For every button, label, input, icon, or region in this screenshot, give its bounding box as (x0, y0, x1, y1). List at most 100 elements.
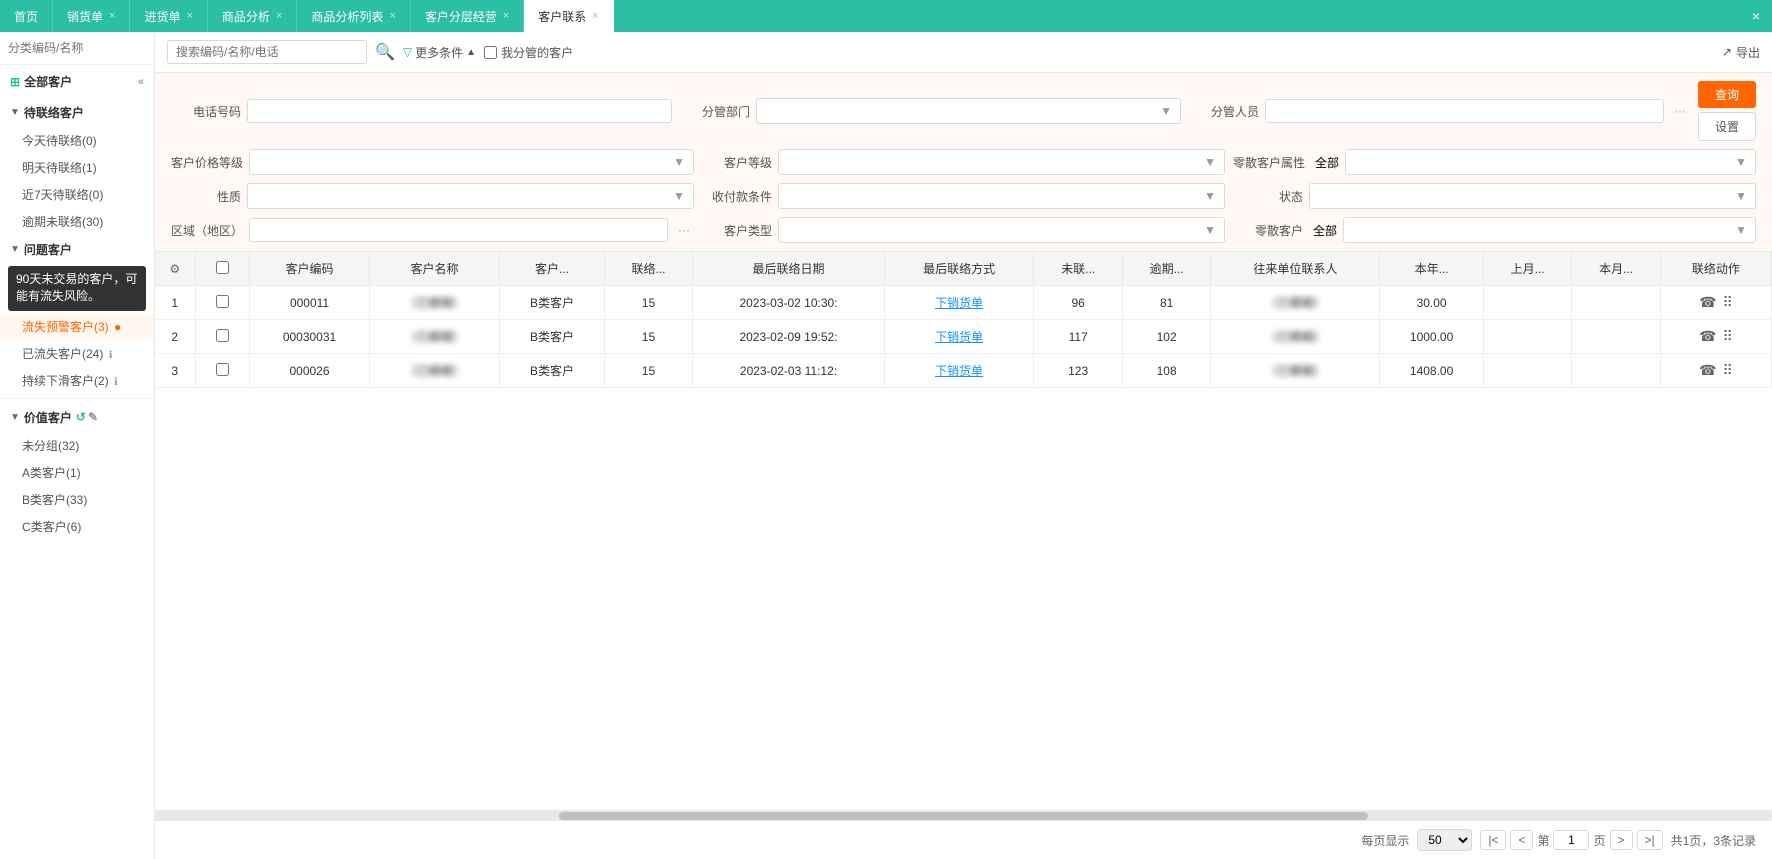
th-action[interactable]: 联络动作 (1660, 252, 1771, 286)
sidebar-group-problem[interactable]: ▼ 问题客户 (0, 235, 154, 264)
select-all-checkbox[interactable] (216, 261, 229, 274)
my-customers-checkbox[interactable] (484, 46, 497, 59)
phone-input[interactable] (247, 99, 672, 123)
sidebar-item-overdue[interactable]: 逾期未联络(30) (0, 208, 154, 235)
filter-row-1: 电话号码 分管部门 ▼ 分管人员 ··· 查询 设置 (171, 81, 1756, 141)
cust-type-select[interactable]: ▼ (778, 217, 1225, 243)
row-last-method[interactable]: 下销货单 (884, 354, 1034, 388)
row-checkbox[interactable] (216, 295, 229, 308)
search-button[interactable]: 🔍 (375, 42, 395, 62)
row-checkbox[interactable] (216, 329, 229, 342)
row-checkbox-cell[interactable] (195, 286, 250, 320)
action-more-icon[interactable]: ⠿ (1723, 328, 1733, 345)
sidebar-item-7days[interactable]: 近7天待联络(0) (0, 181, 154, 208)
refresh-icon-value[interactable]: ↺ (76, 410, 86, 424)
tab-home[interactable]: 首页 (0, 0, 53, 32)
manager-more-btn[interactable]: ··· (1670, 104, 1690, 118)
sidebar-item-churned[interactable]: 已流失客户(24) ℹ (0, 340, 154, 367)
edit-icon-value[interactable]: ✎ (88, 410, 98, 424)
tab-close-customer-tier[interactable]: × (503, 10, 509, 22)
th-last-month[interactable]: 上月... (1483, 252, 1571, 286)
sidebar-item-b-class[interactable]: B类客户(33) (0, 486, 154, 513)
row-code: 000026 (250, 354, 370, 388)
sidebar-search-input[interactable] (8, 41, 155, 55)
th-name[interactable]: 客户名称 (369, 252, 499, 286)
tab-customer-contact[interactable]: 客户联系 × (524, 0, 613, 32)
tab-close-sales[interactable]: × (109, 10, 115, 22)
payment-select[interactable]: ▼ (778, 183, 1225, 209)
row-uncontacted: 117 (1034, 320, 1122, 354)
tab-bar: 首页 销货单 × 进货单 × 商品分析 × 商品分析列表 × 客户分层经营 × … (0, 0, 1772, 32)
prev-page-btn[interactable]: < (1510, 830, 1533, 850)
region-input[interactable] (249, 218, 668, 242)
first-page-btn[interactable]: |< (1480, 830, 1506, 850)
close-all-tabs[interactable]: × (1740, 8, 1772, 24)
action-more-icon[interactable]: ⠿ (1723, 362, 1733, 379)
action-contact-icon[interactable]: ☎ (1699, 328, 1716, 345)
sidebar-group-value[interactable]: ▼ 价值客户 ↺ ✎ (0, 403, 154, 432)
th-contact[interactable]: 联络... (604, 252, 692, 286)
sidebar-item-ungrouped[interactable]: 未分组(32) (0, 432, 154, 459)
th-unit-contacts[interactable]: 往来单位联系人 (1211, 252, 1380, 286)
page-input[interactable] (1553, 830, 1589, 850)
horizontal-scrollbar[interactable] (155, 810, 1772, 820)
tab-customer-tier[interactable]: 客户分层经营 × (411, 0, 524, 32)
per-page-select[interactable]: 50 100 200 (1417, 829, 1472, 851)
th-uncontacted[interactable]: 未联... (1034, 252, 1122, 286)
th-last-method[interactable]: 最后联络方式 (884, 252, 1034, 286)
settings-icon[interactable]: ⚙ (169, 262, 180, 276)
th-this-year[interactable]: 本年... (1380, 252, 1484, 286)
row-last-method[interactable]: 下销货单 (884, 286, 1034, 320)
sidebar-item-c-class[interactable]: C类客户(6) (0, 513, 154, 540)
row-checkbox-cell[interactable] (195, 320, 250, 354)
collapse-icon: « (138, 76, 144, 88)
tab-sales[interactable]: 销货单 × (53, 0, 130, 32)
search-input[interactable] (167, 40, 367, 64)
th-settings[interactable]: ⚙ (155, 252, 195, 286)
th-overdue[interactable]: 逾期... (1122, 252, 1210, 286)
th-this-month[interactable]: 本月... (1572, 252, 1660, 286)
dept-select[interactable]: ▼ (756, 98, 1181, 124)
more-filter-button[interactable]: ▽ 更多条件 ▲ (403, 44, 476, 61)
tab-analysis-list[interactable]: 商品分析列表 × (297, 0, 410, 32)
row-this-month (1572, 286, 1660, 320)
action-more-icon[interactable]: ⠿ (1723, 294, 1733, 311)
scrollbar-thumb[interactable] (559, 812, 1368, 820)
setting-button[interactable]: 设置 (1698, 112, 1756, 141)
sidebar-item-a-class[interactable]: A类客户(1) (0, 459, 154, 486)
sidebar-item-declining[interactable]: 持续下滑客户(2) ℹ (0, 367, 154, 394)
action-contact-icon[interactable]: ☎ (1699, 294, 1716, 311)
sidebar-item-tomorrow[interactable]: 明天待联络(1) (0, 154, 154, 181)
row-last-method[interactable]: 下销货单 (884, 320, 1034, 354)
retail-attr-select[interactable]: ▼ (1345, 149, 1756, 175)
tab-close-customer-contact[interactable]: × (592, 10, 598, 22)
cust-level-select[interactable]: ▼ (778, 149, 1225, 175)
retail-cust-select[interactable]: ▼ (1343, 217, 1756, 243)
price-select[interactable]: ▼ (249, 149, 694, 175)
region-more-btn[interactable]: ··· (674, 223, 694, 237)
manager-input[interactable] (1265, 99, 1664, 123)
my-customers-checkbox-label[interactable]: 我分管的客户 (484, 44, 573, 61)
tab-purchase[interactable]: 进货单 × (130, 0, 207, 32)
th-code[interactable]: 客户编码 (250, 252, 370, 286)
tab-close-purchase[interactable]: × (186, 10, 192, 22)
row-checkbox-cell[interactable] (195, 354, 250, 388)
sidebar-all-customers[interactable]: ⊞ 全部客户 « (0, 65, 154, 98)
th-cust-type[interactable]: 客户... (500, 252, 605, 286)
export-button[interactable]: ↗ 导出 (1722, 44, 1760, 61)
row-checkbox[interactable] (216, 363, 229, 376)
tab-close-analysis[interactable]: × (276, 10, 282, 22)
next-page-btn[interactable]: > (1610, 830, 1633, 850)
sidebar-group-pending[interactable]: ▼ 待联络客户 (0, 98, 154, 127)
tab-close-analysis-list[interactable]: × (389, 10, 395, 22)
action-contact-icon[interactable]: ☎ (1699, 362, 1716, 379)
th-last-date[interactable]: 最后联络日期 (693, 252, 885, 286)
query-button[interactable]: 查询 (1698, 81, 1756, 108)
sidebar-item-churn-warning[interactable]: 流失预警客户(3) ● (0, 313, 154, 340)
status-select[interactable]: ▼ (1309, 183, 1756, 209)
tab-analysis[interactable]: 商品分析 × (208, 0, 297, 32)
th-checkbox[interactable] (195, 252, 250, 286)
gender-select[interactable]: ▼ (247, 183, 694, 209)
sidebar-item-today[interactable]: 今天待联络(0) (0, 127, 154, 154)
last-page-btn[interactable]: >| (1637, 830, 1663, 850)
